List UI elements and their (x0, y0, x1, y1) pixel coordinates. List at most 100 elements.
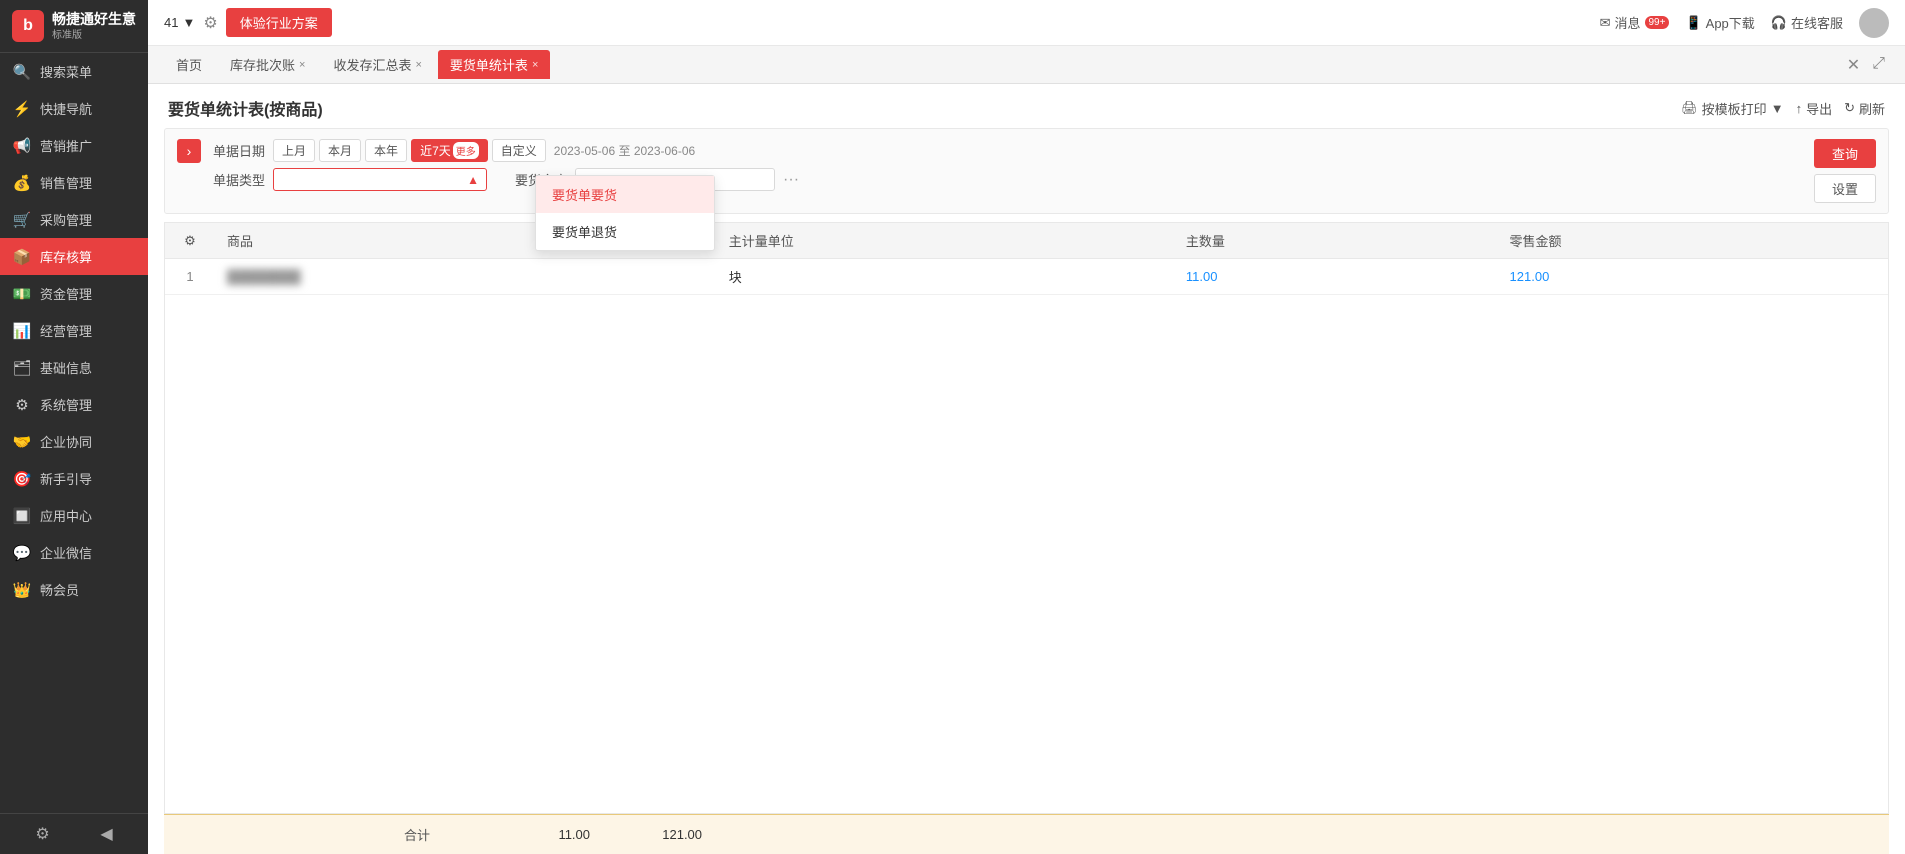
main-area: 41 ▼ ⚙ 体验行业方案 ✉ 消息 99+ 📱 App下载 🎧 在线客服 (148, 0, 1905, 854)
close-order-stats-icon[interactable]: × (532, 59, 538, 71)
tab-order-stats[interactable]: 要货单统计表 × (438, 50, 550, 79)
filter-settings-button[interactable]: 设置 (1814, 174, 1876, 203)
sidebar-item-enterprise[interactable]: 🤝 企业协同 (0, 423, 148, 460)
sidebar-logo: b 畅捷通好生意 标准版 (0, 0, 148, 53)
tab-receivable-summary[interactable]: 收发存汇总表 × (321, 50, 433, 79)
summary-quantity: 11.00 (510, 827, 590, 842)
print-chevron-icon: ▼ (1771, 101, 1784, 116)
sidebar-item-purchase[interactable]: 🛒 采购管理 (0, 201, 148, 238)
topbar: 41 ▼ ⚙ 体验行业方案 ✉ 消息 99+ 📱 App下载 🎧 在线客服 (148, 0, 1905, 46)
user-avatar[interactable] (1859, 8, 1889, 38)
sidebar-item-member[interactable]: 👑 畅会员 (0, 571, 148, 608)
online-service-item[interactable]: 🎧 在线客服 (1771, 13, 1843, 32)
date-btn-this-month[interactable]: 本月 (319, 139, 361, 162)
amount-link[interactable]: 121.00 (1510, 269, 1550, 284)
topbar-settings-icon[interactable]: ⚙ (203, 13, 217, 33)
sidebar-collapse-icon[interactable]: ◀ (100, 824, 112, 844)
operation-icon: 📊 (12, 322, 32, 340)
row-seq: 1 (165, 259, 215, 295)
product-name-blurred: ████████ (227, 269, 301, 284)
tab-inventory-batch[interactable]: 库存批次账 × (218, 50, 317, 79)
page-content: 要货单统计表(按商品) 🖨 按模板打印 ▼ ↑ 导出 ↻ 刷新 › (148, 84, 1905, 854)
warehouse-more-icon[interactable]: ··· (783, 171, 799, 189)
col-quantity: 主数量 (1174, 223, 1498, 259)
date-buttons: 上月 本月 本年 近7天 更多 自定义 (273, 139, 546, 162)
sidebar-menu-scroll: 🔍 搜索菜单 ⚡ 快捷导航 📢 营销推广 💰 销售管理 🛒 采购管理 📦 库存核… (0, 53, 148, 813)
print-action[interactable]: 🖨 按模板打印 ▼ (1681, 99, 1783, 118)
sidebar-item-guide[interactable]: 🎯 新手引导 (0, 460, 148, 497)
summary-label: 合计 (404, 825, 430, 844)
col-amount: 零售金额 (1498, 223, 1888, 259)
sidebar-item-search[interactable]: 🔍 搜索菜单 (0, 53, 148, 90)
chevron-down-icon: ▼ (182, 15, 195, 30)
tab-close-all-icon[interactable]: ✕ (1843, 53, 1864, 77)
summary-row: 合计 11.00 121.00 (164, 814, 1889, 854)
refresh-action[interactable]: ↻ 刷新 (1844, 99, 1885, 118)
sidebar-item-sales[interactable]: 💰 销售管理 (0, 164, 148, 201)
sidebar-item-operation[interactable]: 📊 经营管理 (0, 312, 148, 349)
date-btn-last-month[interactable]: 上月 (273, 139, 315, 162)
phone-icon: 📱 (1685, 15, 1701, 31)
sidebar-item-basic[interactable]: 🗂 基础信息 (0, 349, 148, 386)
topbar-right: ✉ 消息 99+ 📱 App下载 🎧 在线客服 (1600, 8, 1889, 38)
sidebar-item-apps[interactable]: 🔲 应用中心 (0, 497, 148, 534)
close-inventory-batch-icon[interactable]: × (299, 59, 305, 71)
page-header: 要货单统计表(按商品) 🖨 按模板打印 ▼ ↑ 导出 ↻ 刷新 (148, 84, 1905, 128)
recent-badge: 更多 (453, 142, 479, 159)
sidebar-item-quick-nav[interactable]: ⚡ 快捷导航 (0, 90, 148, 127)
message-item[interactable]: ✉ 消息 99+ (1600, 13, 1670, 32)
system-icon: ⚙ (12, 396, 32, 414)
summary-amount: 121.00 (622, 827, 702, 842)
dropdown-item-purchase-order[interactable]: 要货单要货 (536, 176, 714, 213)
trial-button[interactable]: 体验行业方案 (226, 8, 332, 37)
date-btn-custom[interactable]: 自定义 (492, 139, 546, 162)
sidebar-item-wechat[interactable]: 💬 企业微信 (0, 534, 148, 571)
page-title: 要货单统计表(按商品) (168, 96, 323, 120)
row-amount: 121.00 (1498, 259, 1888, 295)
member-icon: 👑 (12, 581, 32, 599)
sidebar-item-marketing[interactable]: 📢 营销推广 (0, 127, 148, 164)
guide-icon: 🎯 (12, 470, 32, 488)
export-icon: ↑ (1796, 101, 1803, 116)
col-settings[interactable]: ⚙ (165, 223, 215, 259)
refresh-icon: ↻ (1844, 100, 1855, 116)
sidebar-item-inventory[interactable]: 📦 库存核算 (0, 238, 148, 275)
quicknav-icon: ⚡ (12, 100, 32, 118)
type-select-input[interactable] (273, 168, 487, 191)
table-body: 1 ████████ 块 11.00 121.00 (165, 259, 1888, 295)
dropdown-item-purchase-return[interactable]: 要货单退货 (536, 213, 714, 250)
wechat-icon: 💬 (12, 544, 32, 562)
filter-expand-button[interactable]: › (177, 139, 201, 163)
date-label: 单据日期 (213, 141, 265, 160)
app-logo-icon: b (12, 10, 44, 42)
search-icon: 🔍 (12, 63, 32, 81)
filter-actions: 查询 设置 (1814, 139, 1876, 203)
sidebar-item-finance[interactable]: 💵 资金管理 (0, 275, 148, 312)
sidebar-item-system[interactable]: ⚙ 系统管理 (0, 386, 148, 423)
print-icon: 🖨 (1681, 100, 1698, 116)
date-btn-recent7[interactable]: 近7天 更多 (411, 139, 488, 162)
purchase-icon: 🛒 (12, 211, 32, 229)
app-logo-text: 畅捷通好生意 标准版 (52, 10, 136, 41)
data-table: ⚙ 商品 主计量单位 主数量 零售金额 1 ████████ 块 (165, 223, 1888, 295)
app-download-item[interactable]: 📱 App下载 (1685, 13, 1754, 32)
company-selector[interactable]: 41 ▼ (164, 15, 195, 30)
close-receivable-summary-icon[interactable]: × (415, 59, 421, 71)
sidebar-settings-icon[interactable]: ⚙ (35, 824, 49, 844)
table-header: ⚙ 商品 主计量单位 主数量 零售金额 (165, 223, 1888, 259)
query-button[interactable]: 查询 (1814, 139, 1876, 168)
topbar-left: 41 ▼ ⚙ 体验行业方案 (164, 8, 1588, 37)
table-row: 1 ████████ 块 11.00 121.00 (165, 259, 1888, 295)
date-btn-this-year[interactable]: 本年 (365, 139, 407, 162)
tab-expand-icon[interactable]: ⤢ (1868, 53, 1889, 77)
tab-home[interactable]: 首页 (164, 50, 214, 79)
type-dropdown: 要货单要货 要货单退货 (535, 175, 715, 251)
export-action[interactable]: ↑ 导出 (1796, 99, 1833, 118)
filter-date-row: 单据日期 上月 本月 本年 近7天 更多 自定义 2023-05-06 至 20… (213, 139, 799, 162)
col-unit: 主计量单位 (717, 223, 1174, 259)
type-label: 单据类型 (213, 170, 265, 189)
sidebar-bottom: ⚙ ◀ (0, 813, 148, 854)
quantity-link[interactable]: 11.00 (1186, 269, 1218, 284)
marketing-icon: 📢 (12, 137, 32, 155)
basic-icon: 🗂 (12, 359, 32, 377)
